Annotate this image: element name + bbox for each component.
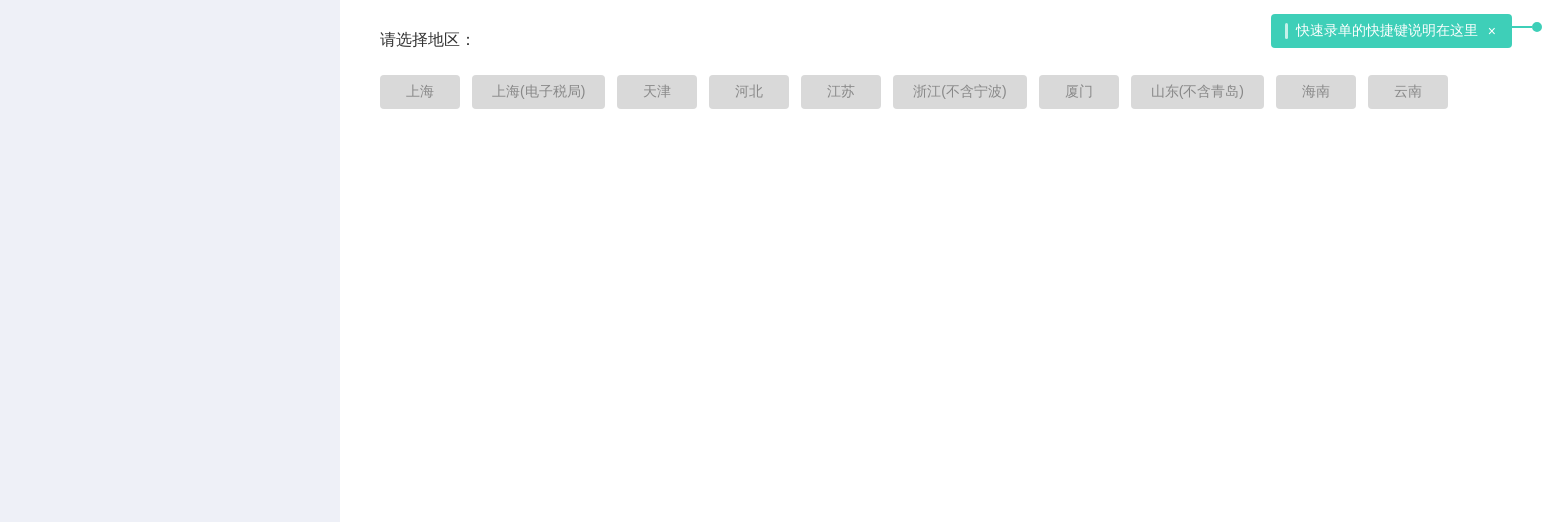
sidebar — [0, 0, 340, 522]
tooltip-banner: 快速录单的快捷键说明在这里 × — [1271, 14, 1512, 48]
region-btn-tianjin[interactable]: 天津 — [617, 75, 697, 109]
region-buttons-container: 上海上海(电子税局) 天津河北江苏浙江(不含宁波) 厦门山东(不含青岛) 海南云南 — [380, 75, 1522, 109]
connector-line — [1512, 26, 1532, 28]
region-btn-shanghai[interactable]: 上海 — [380, 75, 460, 109]
region-btn-shanghai-etax[interactable]: 上海(电子税局) — [472, 75, 605, 109]
region-btn-shandong[interactable]: 山东(不含青岛) — [1131, 75, 1264, 109]
connector-dot — [1532, 22, 1542, 32]
region-btn-jiangsu[interactable]: 江苏 — [801, 75, 881, 109]
region-btn-hebei[interactable]: 河北 — [709, 75, 789, 109]
tooltip-close-button[interactable]: × — [1486, 24, 1498, 38]
region-btn-hainan[interactable]: 海南 — [1276, 75, 1356, 109]
region-btn-yunnan[interactable]: 云南 — [1368, 75, 1448, 109]
region-btn-zhejiang[interactable]: 浙江(不含宁波) — [893, 75, 1026, 109]
region-btn-xiamen[interactable]: 厦门 — [1039, 75, 1119, 109]
tooltip-text: 快速录单的快捷键说明在这里 — [1296, 22, 1478, 40]
main-content: 请选择地区： 上海上海(电子税局)天津河北江苏浙江(不含宁波)厦门山东(不含青岛… — [340, 0, 1562, 522]
